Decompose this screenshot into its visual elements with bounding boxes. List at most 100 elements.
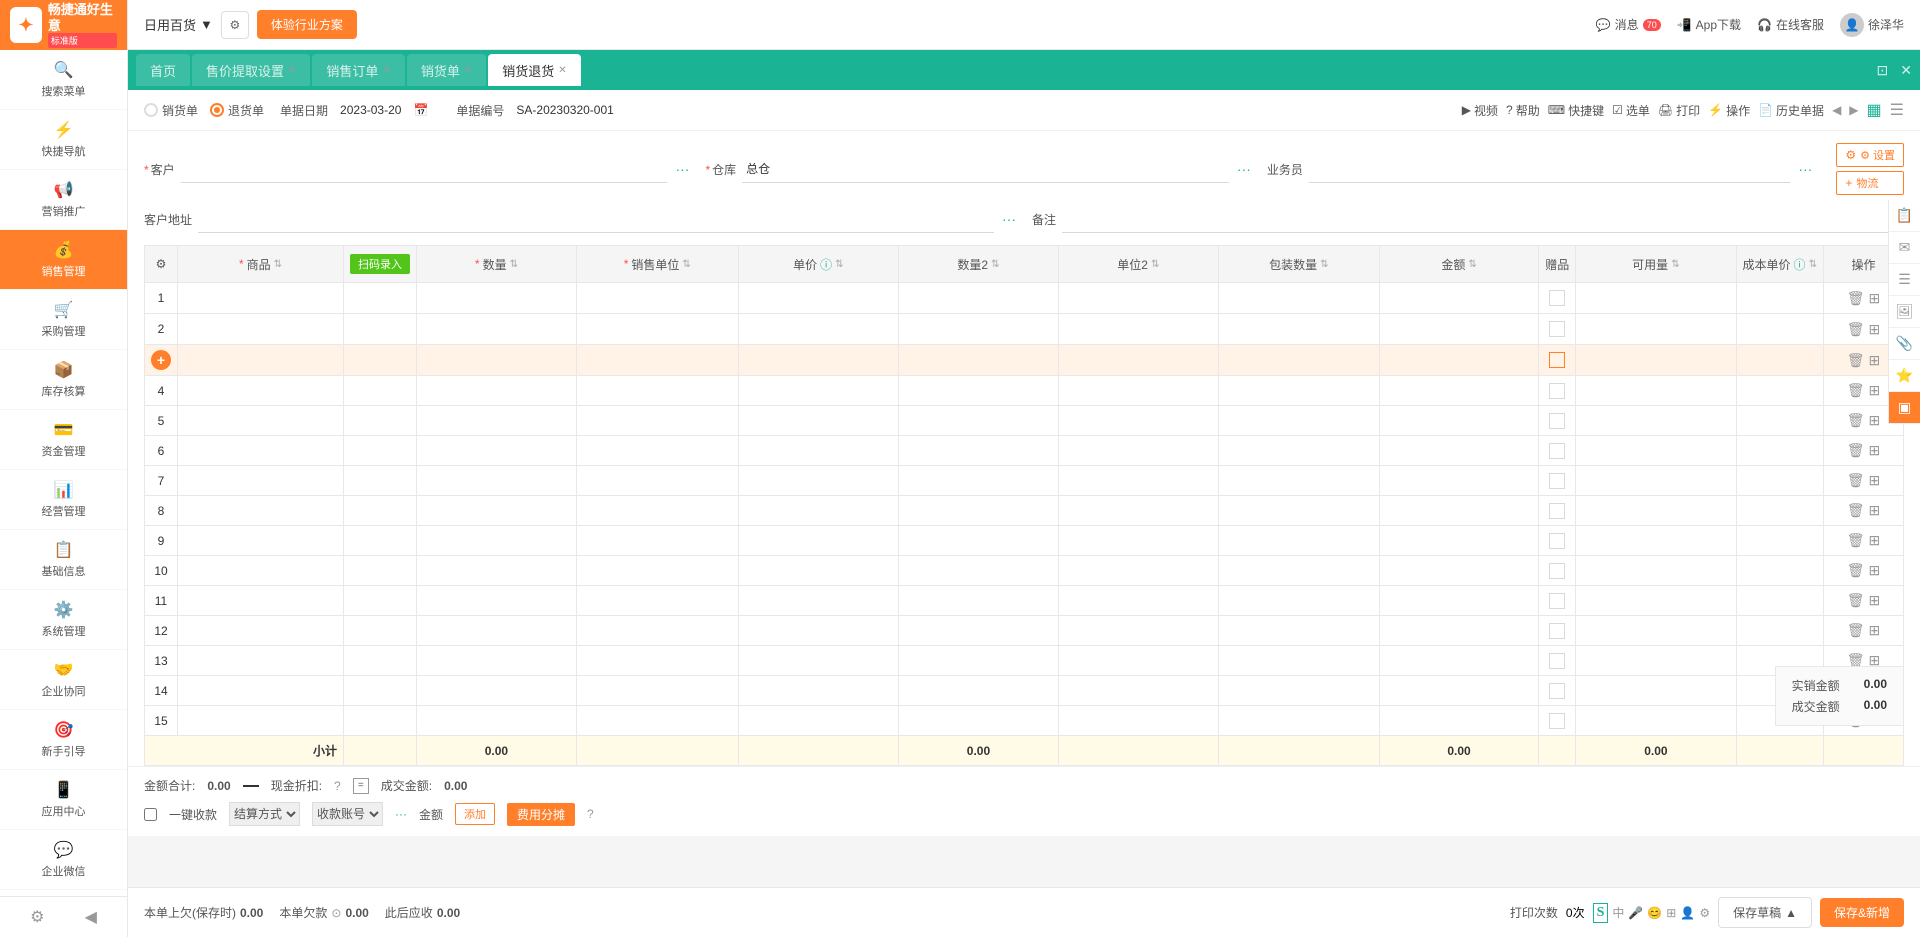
warehouse-select-btn[interactable]: ···: [1237, 161, 1251, 177]
gift-checkbox-13[interactable]: [1549, 653, 1565, 669]
address-input[interactable]: [198, 205, 994, 233]
sidebar-item-shortcut[interactable]: ⚡ 快捷导航: [0, 110, 127, 170]
unit-sort[interactable]: ⇅: [682, 259, 690, 270]
sidebar-item-apps[interactable]: 📱 应用中心: [0, 770, 127, 830]
radio-return[interactable]: 退货单: [210, 102, 264, 119]
single-debt-info[interactable]: ⊙: [331, 906, 341, 920]
breadcrumb[interactable]: 日用百货 ▼: [144, 15, 213, 34]
tool-face-icon[interactable]: 😊: [1647, 906, 1662, 920]
discount-info[interactable]: ?: [334, 779, 341, 793]
sidebar-item-purchase[interactable]: 🛒 采购管理: [0, 290, 127, 350]
tab-sales-return[interactable]: 销货退货 ✕: [488, 54, 580, 86]
gift-checkbox-7[interactable]: [1549, 473, 1565, 489]
copy-btn-1[interactable]: ⊞: [1869, 290, 1881, 307]
th-settings[interactable]: ⚙: [145, 246, 178, 283]
sidebar-item-inventory[interactable]: 📦 库存核算: [0, 350, 127, 410]
one-click-payment-checkbox[interactable]: [144, 808, 157, 821]
copy-btn-12[interactable]: ⊞: [1869, 622, 1881, 639]
copy-btn-8[interactable]: ⊞: [1869, 502, 1881, 519]
tab-sales-order-close[interactable]: ✕: [382, 65, 390, 76]
sidebar-item-marketing[interactable]: 📢 营销推广: [0, 170, 127, 230]
warehouse-input[interactable]: [742, 155, 1229, 183]
close-all-icon[interactable]: ✕: [1900, 62, 1912, 79]
right-panel-attach-btn[interactable]: 📎: [1889, 328, 1920, 360]
sidebar-item-enterprise[interactable]: 🤝 企业协同: [0, 650, 127, 710]
nav-prev-btn[interactable]: ◀: [1832, 103, 1841, 117]
sidebar-item-search[interactable]: 🔍 搜索菜单: [0, 50, 127, 110]
staff-input[interactable]: [1309, 155, 1790, 183]
sidebar-settings-btn[interactable]: ⚙: [30, 907, 44, 927]
delete-btn-1[interactable]: 🗑: [1847, 290, 1865, 307]
qty2-input-1[interactable]: [905, 287, 1052, 309]
cost-info-icon[interactable]: ⓘ: [1794, 256, 1806, 273]
delete-btn-12[interactable]: 🗑: [1847, 622, 1865, 639]
sidebar-item-wechat[interactable]: 💬 企业微信: [0, 830, 127, 890]
delete-btn-5[interactable]: 🗑: [1847, 412, 1865, 429]
sidebar-item-system[interactable]: ⚙️ 系统管理: [0, 590, 127, 650]
fee-split-btn[interactable]: 费用分摊: [507, 803, 575, 826]
grid-view-btn[interactable]: ▦: [1867, 100, 1882, 120]
tool-zh-icon[interactable]: 中: [1612, 904, 1624, 921]
price-sort[interactable]: ⇅: [835, 259, 843, 270]
logistics-action-btn[interactable]: + 物流: [1836, 171, 1904, 195]
right-panel-list-btn[interactable]: ☰: [1889, 264, 1920, 296]
available-input-1[interactable]: [1582, 287, 1729, 309]
video-btn[interactable]: ▶ 视频: [1462, 102, 1498, 119]
tab-price-settings[interactable]: 售价提取设置 ✕: [192, 54, 310, 86]
sidebar-item-basic[interactable]: 📋 基础信息: [0, 530, 127, 590]
gift-checkbox-8[interactable]: [1549, 503, 1565, 519]
right-panel-active-btn[interactable]: ▣: [1889, 392, 1920, 424]
remark-input[interactable]: [1062, 205, 1904, 233]
delete-btn-8[interactable]: 🗑: [1847, 502, 1865, 519]
staff-select-btn[interactable]: ···: [1798, 161, 1812, 177]
gift-checkbox-9[interactable]: [1549, 533, 1565, 549]
add-fee-btn[interactable]: 添加: [455, 803, 495, 825]
print-btn[interactable]: 🖨 打印: [1658, 102, 1700, 119]
customer-select-btn[interactable]: ···: [675, 161, 689, 177]
tab-price-settings-close[interactable]: ✕: [288, 65, 296, 76]
tab-sales-return-close[interactable]: ✕: [558, 65, 566, 76]
right-panel-star-btn[interactable]: ⭐: [1889, 360, 1920, 392]
gift-checkbox-1[interactable]: [1549, 290, 1565, 306]
sidebar-item-operation[interactable]: 📊 经营管理: [0, 470, 127, 530]
sidebar-item-capital[interactable]: 💳 资金管理: [0, 410, 127, 470]
copy-btn-7[interactable]: ⊞: [1869, 472, 1881, 489]
account-select[interactable]: 收款账号: [312, 802, 383, 826]
amount-input-1[interactable]: [1386, 287, 1532, 309]
fee-info-icon[interactable]: ?: [587, 807, 594, 821]
price-info-icon[interactable]: ⓘ: [820, 256, 832, 273]
user-profile-btn[interactable]: 👤 徐泽华: [1840, 13, 1904, 37]
price-input-1[interactable]: [745, 287, 892, 309]
copy-btn-10[interactable]: ⊞: [1869, 562, 1881, 579]
unit-input-1[interactable]: [583, 287, 732, 309]
gift-checkbox-12[interactable]: [1549, 623, 1565, 639]
product-input-3[interactable]: [184, 349, 337, 371]
delete-btn-3[interactable]: 🗑: [1847, 352, 1865, 369]
operate-btn[interactable]: ⚡ 操作: [1708, 102, 1750, 119]
help-btn[interactable]: ? 帮助: [1506, 102, 1540, 119]
tab-sales-order[interactable]: 销售订单 ✕: [312, 54, 404, 86]
experience-button[interactable]: 体验行业方案: [257, 10, 357, 39]
qty2-sort[interactable]: ⇅: [991, 259, 999, 270]
copy-btn-4[interactable]: ⊞: [1869, 382, 1881, 399]
tab-sales-close[interactable]: ✕: [464, 65, 472, 76]
copy-btn-5[interactable]: ⊞: [1869, 412, 1881, 429]
copy-btn-11[interactable]: ⊞: [1869, 592, 1881, 609]
gift-checkbox-6[interactable]: [1549, 443, 1565, 459]
save-new-button[interactable]: 保存&新增: [1820, 898, 1904, 927]
scan-button[interactable]: 扫码录入: [350, 254, 410, 274]
add-row-btn[interactable]: +: [151, 350, 171, 370]
gift-cell-1[interactable]: [1539, 283, 1576, 314]
sidebar-collapse-btn[interactable]: ◀: [85, 907, 97, 927]
copy-btn-3[interactable]: ⊞: [1869, 352, 1881, 369]
product-input-1[interactable]: [184, 287, 337, 309]
product-cell-1[interactable]: [178, 283, 344, 314]
product-sort[interactable]: ⇅: [274, 259, 282, 270]
tab-sales[interactable]: 销货单 ✕: [407, 54, 486, 86]
message-btn[interactable]: 💬 消息 70: [1596, 16, 1661, 33]
nav-next-btn[interactable]: ▶: [1849, 103, 1858, 117]
copy-btn-2[interactable]: ⊞: [1869, 321, 1881, 338]
tool-user-icon[interactable]: 👤: [1680, 906, 1695, 920]
gift-checkbox-10[interactable]: [1549, 563, 1565, 579]
quantity-sort[interactable]: ⇅: [510, 259, 518, 270]
